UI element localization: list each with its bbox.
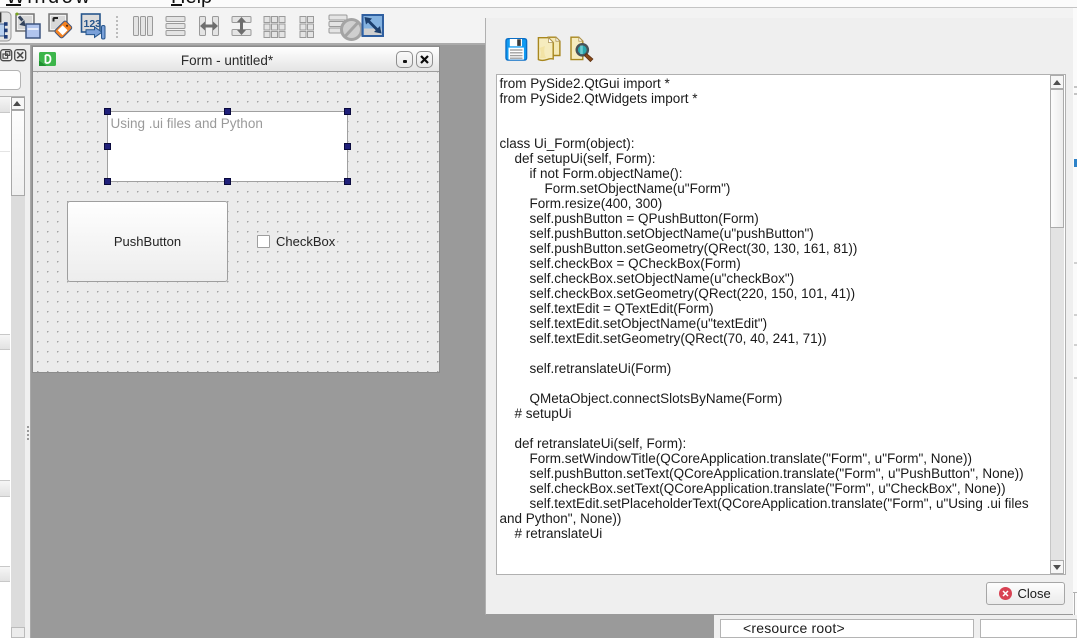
svg-text:123: 123 xyxy=(84,18,102,30)
